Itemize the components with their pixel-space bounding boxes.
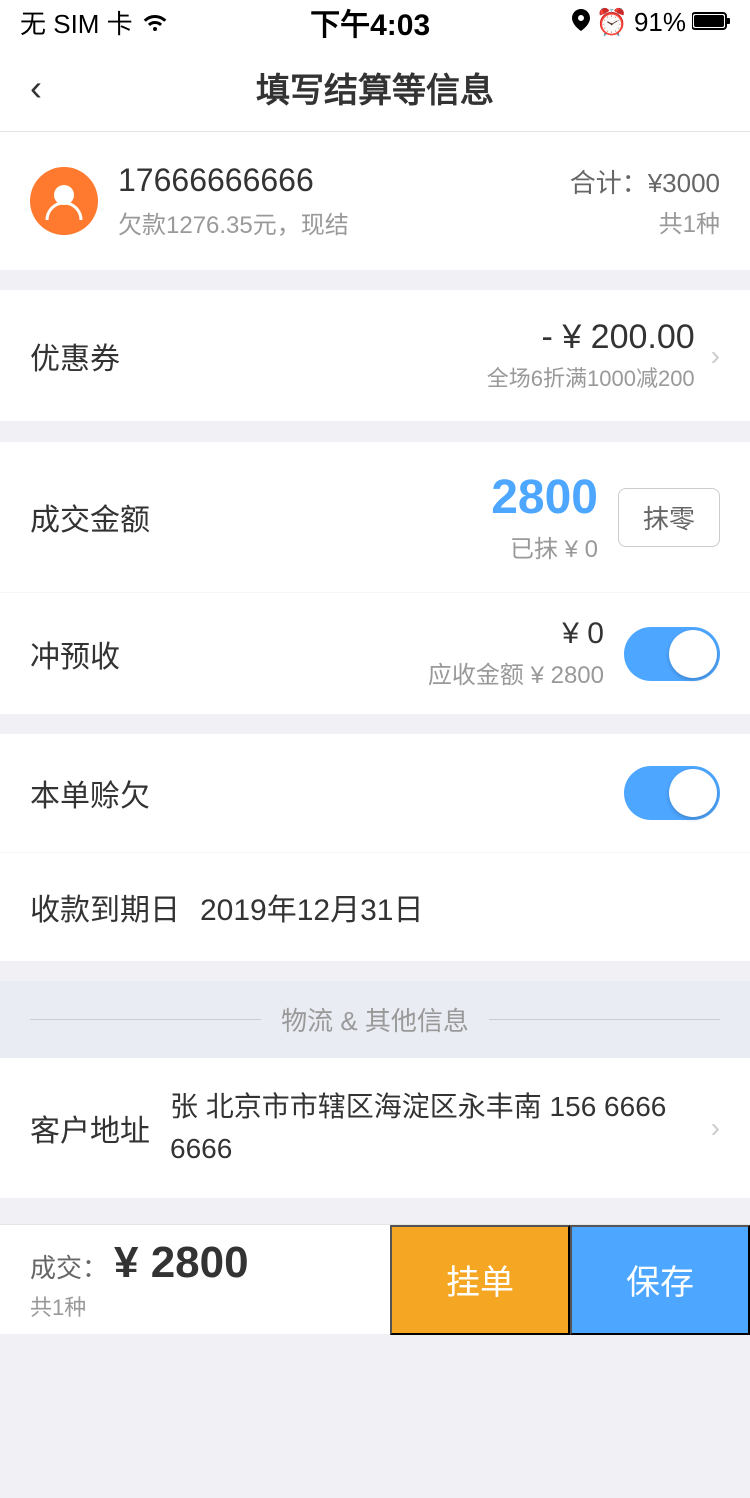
total-label: 合计：¥3000 <box>570 163 720 200</box>
divider-block-1 <box>0 422 750 442</box>
due-label: 收款到期日 <box>30 885 180 929</box>
status-time: 下午4:03 <box>310 0 430 44</box>
debt-row: 本单赊欠 <box>0 734 750 853</box>
due-date-row: 收款到期日 2019年12月31日 <box>0 853 750 961</box>
coupon-label: 优惠券 <box>30 334 120 378</box>
total-count: 共1种 <box>570 204 720 239</box>
back-button[interactable]: ‹ <box>30 67 42 109</box>
amount-right: 2800 已抹 ¥ 0 抹零 <box>491 470 720 564</box>
toggle-knob <box>669 630 717 678</box>
location-icon <box>572 7 590 38</box>
divider-block-3 <box>0 961 750 981</box>
debt-toggle[interactable] <box>624 766 720 820</box>
amount-value-wrap: 2800 已抹 ¥ 0 <box>491 470 598 564</box>
section-divider-text: 物流 & 其他信息 <box>281 1001 469 1038</box>
amount-value: 2800 <box>491 470 598 525</box>
divider-line-right <box>489 1019 720 1020</box>
amount-section: 成交金额 2800 已抹 ¥ 0 抹零 冲预收 ¥ 0 应收金额 ¥ 2800 <box>0 442 750 714</box>
address-row[interactable]: 客户地址 张 北京市市辖区海淀区永丰南 156 6666 6666 › <box>0 1058 750 1198</box>
coupon-discount: - ¥ 200.00 <box>487 318 695 357</box>
due-date: 2019年12月31日 <box>200 885 423 929</box>
wifi-icon <box>141 7 169 38</box>
status-bar: 无 SIM 卡 下午4:03 ⏰ 91% <box>0 0 750 44</box>
nav-bar: ‹ 填写结算等信息 <box>0 44 750 132</box>
status-left: 无 SIM 卡 <box>20 4 169 41</box>
divider-block-2 <box>0 714 750 734</box>
customer-left: 17666666666 欠款1276.35元，现结 <box>30 162 349 240</box>
prepay-label: 冲预收 <box>30 632 120 676</box>
save-button[interactable]: 保存 <box>570 1225 750 1335</box>
coupon-row[interactable]: 优惠券 - ¥ 200.00 全场6折满1000减200 › <box>0 290 750 422</box>
divider-line-left <box>30 1019 261 1020</box>
customer-card: 17666666666 欠款1276.35元，现结 合计：¥3000 共1种 <box>0 132 750 270</box>
prepay-right: ¥ 0 应收金额 ¥ 2800 <box>428 617 720 690</box>
prepay-row: 冲预收 ¥ 0 应收金额 ¥ 2800 <box>0 593 750 714</box>
no-sim-text: 无 SIM 卡 <box>20 4 133 41</box>
prepay-value-wrap: ¥ 0 应收金额 ¥ 2800 <box>428 617 604 690</box>
battery-icon <box>692 7 730 38</box>
customer-info: 17666666666 欠款1276.35元，现结 <box>118 162 349 240</box>
bottom-bar: 成交： ¥ 2800 共1种 挂单 保存 <box>0 1224 750 1334</box>
coupon-value-wrap: - ¥ 200.00 全场6折满1000减200 <box>487 318 695 393</box>
avatar <box>30 167 98 235</box>
page-title: 填写结算等信息 <box>256 63 494 112</box>
round-button[interactable]: 抹零 <box>618 488 720 547</box>
bottom-amount: ¥ 2800 <box>114 1238 249 1288</box>
debt-label: 本单赊欠 <box>30 771 150 815</box>
hang-button[interactable]: 挂单 <box>390 1225 570 1335</box>
deal-label: 成交： <box>30 1248 108 1285</box>
bottom-count: 共1种 <box>30 1290 360 1322</box>
address-label: 客户地址 <box>30 1106 150 1150</box>
section-divider: 物流 & 其他信息 <box>0 981 750 1058</box>
amount-row: 成交金额 2800 已抹 ¥ 0 抹零 <box>0 442 750 593</box>
prepay-receivable: 应收金额 ¥ 2800 <box>428 655 604 690</box>
debt-toggle-knob <box>669 769 717 817</box>
customer-debt: 欠款1276.35元，现结 <box>118 205 349 240</box>
address-content: 张 北京市市辖区海淀区永丰南 156 6666 6666 <box>170 1086 685 1170</box>
customer-right: 合计：¥3000 共1种 <box>570 163 720 239</box>
address-chevron-icon: › <box>711 1112 720 1144</box>
coupon-right: - ¥ 200.00 全场6折满1000减200 › <box>487 318 720 393</box>
bottom-summary: 成交： ¥ 2800 共1种 <box>0 1238 390 1322</box>
status-right: ⏰ 91% <box>572 7 730 38</box>
chevron-right-icon: › <box>711 340 720 372</box>
prepay-amount: ¥ 0 <box>428 617 604 651</box>
coupon-desc: 全场6折满1000减200 <box>487 361 695 393</box>
prepay-toggle[interactable] <box>624 627 720 681</box>
amount-wiped: 已抹 ¥ 0 <box>491 529 598 564</box>
alarm-icon: ⏰ <box>596 7 628 38</box>
amount-label: 成交金额 <box>30 495 150 539</box>
customer-phone: 17666666666 <box>118 162 349 199</box>
battery-text: 91% <box>634 7 686 38</box>
